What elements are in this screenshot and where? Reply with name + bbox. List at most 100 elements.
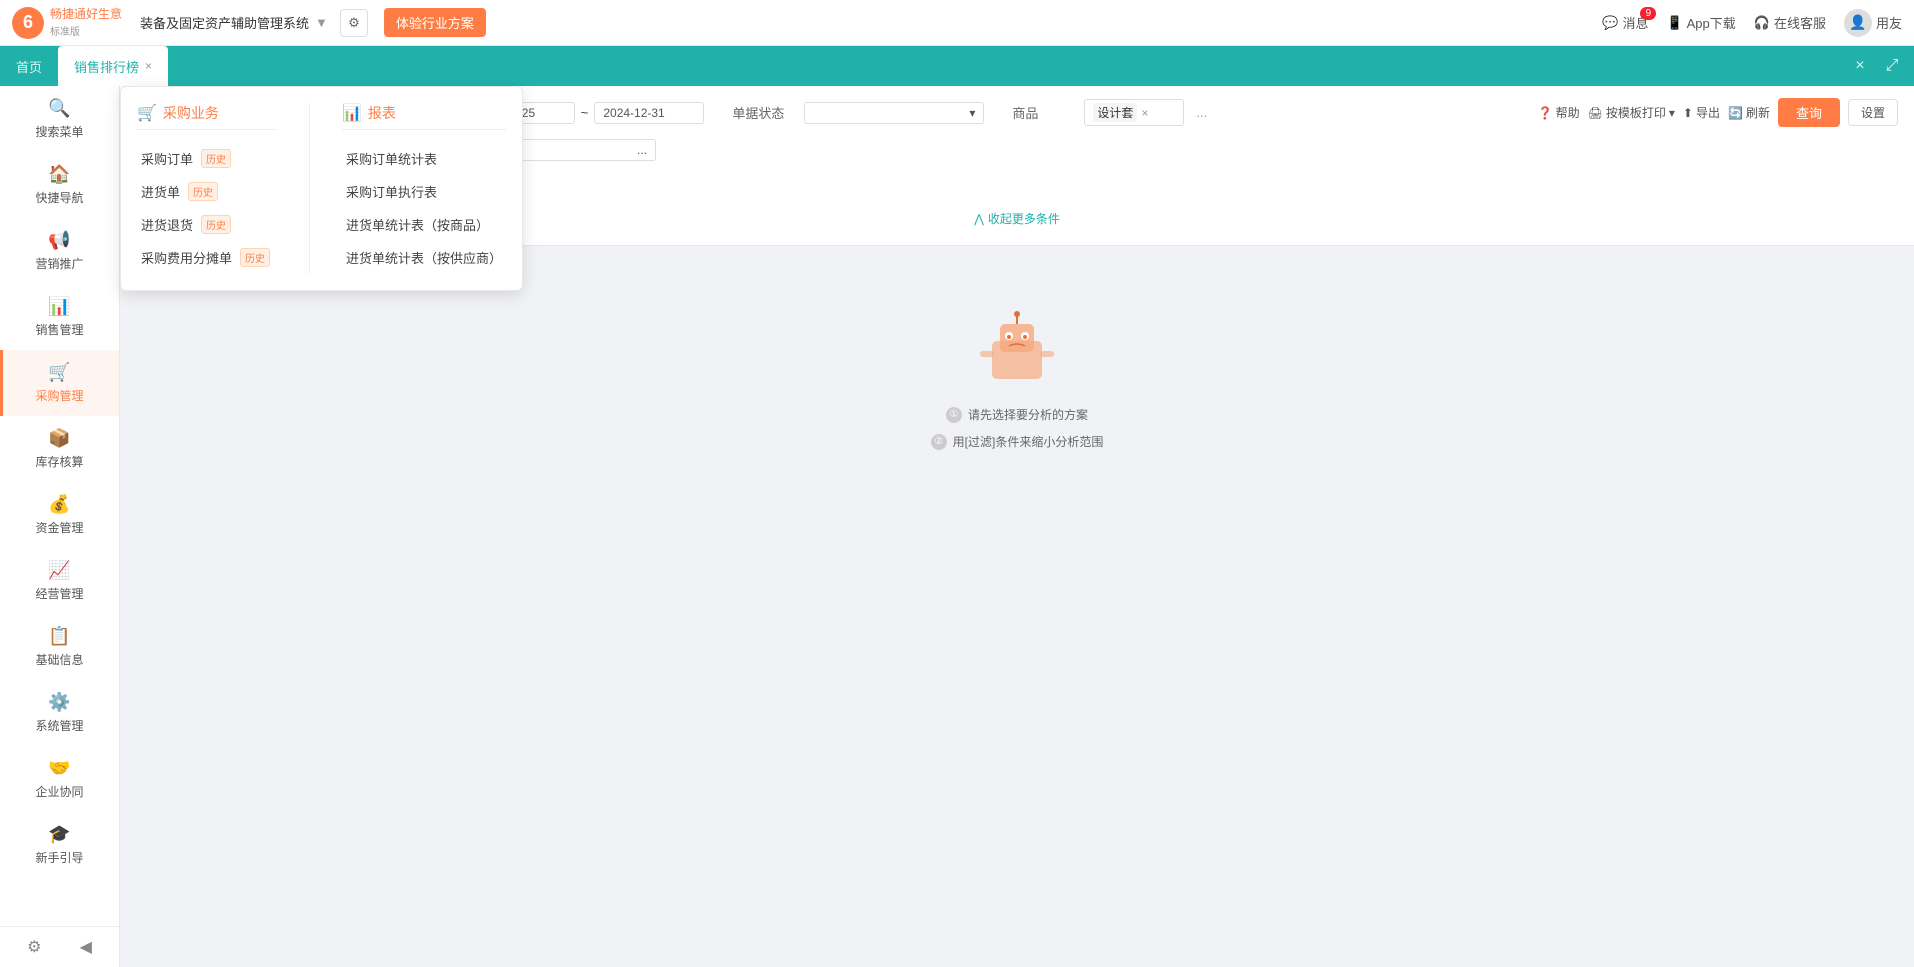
menu-item-purchase-order[interactable]: 采购订单 历史 (137, 142, 277, 175)
goods-input[interactable]: 设计套 × (1084, 99, 1184, 126)
question-icon: ❓ (1538, 106, 1553, 120)
tab-sales-rank-label: 销售排行榜 (74, 57, 139, 76)
goods-tag-close-icon[interactable]: × (1141, 106, 1148, 120)
sidebar-label-search: 搜索菜单 (35, 123, 83, 140)
handshake-icon: 🤝 (48, 758, 70, 779)
sidebar-item-purchase[interactable]: 🛒 采购管理 (0, 350, 119, 416)
instock-stats-supplier-label: 进货单统计表（按供应商） (346, 248, 502, 267)
menu-item-instock-stats-goods[interactable]: 进货单统计表（按商品） (342, 208, 506, 241)
collapse-label: 收起更多条件 (988, 210, 1060, 227)
sidebar-label-purchase: 采购管理 (35, 387, 83, 404)
cart-icon: 🛒 (48, 362, 70, 383)
title-dropdown-icon[interactable]: ▼ (315, 15, 328, 30)
history-badge-0: 历史 (201, 149, 231, 168)
main-layout: 🔍 搜索菜单 🏠 快捷导航 📢 营销推广 📊 销售管理 🛒 采购管理 📦 库存核… (0, 86, 1914, 967)
report-col-label: 报表 (368, 103, 396, 123)
goods-tag: 设计套 (1093, 103, 1137, 122)
printer-icon: 🖨 (1588, 106, 1603, 120)
system-title-text: 装备及固定资产辅助管理系统 (140, 13, 309, 32)
sidebar-item-guide[interactable]: 🎓 新手引导 (0, 812, 119, 878)
purchase-col-label: 采购业务 (163, 103, 219, 123)
sidebar-item-basic-info[interactable]: 📋 基础信息 (0, 614, 119, 680)
expense-label: 采购费用分摊单 (141, 248, 232, 267)
menu-item-expense[interactable]: 采购费用分摊单 历史 (137, 241, 277, 274)
menu-col1-title: 🛒 采购业务 (137, 103, 277, 130)
settings-gear-button[interactable]: ⚙ (340, 9, 368, 37)
sidebar-collapse-button[interactable]: ◀ (80, 937, 92, 957)
return-label: 进货退货 (141, 215, 193, 234)
megaphone-icon: 📢 (48, 230, 70, 251)
salesperson-ellipsis[interactable]: ... (637, 143, 647, 157)
sidebar-item-system[interactable]: ⚙️ 系统管理 (0, 680, 119, 746)
industry-solution-button[interactable]: 体验行业方案 (384, 8, 486, 37)
tab-close-icon[interactable]: × (145, 59, 152, 73)
search-icon: 🔍 (48, 98, 70, 119)
sidebar-item-inventory[interactable]: 📦 库存核算 (0, 416, 119, 482)
sidebar-item-operations[interactable]: 📈 经营管理 (0, 548, 119, 614)
hint-text-2: 用[过滤]条件来缩小分析范围 (953, 433, 1104, 450)
tab-bar-actions: × ⤢ (1846, 52, 1914, 80)
doc-status-label: 单据状态 (732, 103, 792, 122)
menu-col2-title: 📊 报表 (342, 103, 506, 130)
purchase-dropdown-menu: 🛒 采购业务 采购订单 历史 进货单 历史 进货退货 历史 (120, 86, 523, 291)
tab-expand-button[interactable]: ⤢ (1878, 52, 1906, 80)
empty-hint-2: ② 用[过滤]条件来缩小分析范围 (931, 433, 1104, 450)
sidebar-settings-button[interactable]: ⚙ (27, 937, 41, 957)
user-action[interactable]: 👤 用友 (1844, 9, 1902, 37)
goods-ellipsis[interactable]: ... (1196, 105, 1207, 120)
query-button[interactable]: 查询 (1778, 98, 1840, 127)
order-stats-label: 采购订单统计表 (346, 149, 437, 168)
sidebar-item-quick-nav[interactable]: 🏠 快捷导航 (0, 152, 119, 218)
export-icon: ⬆ (1683, 106, 1693, 120)
instock-label: 进货单 (141, 182, 180, 201)
gear-sidebar-icon: ⚙️ (48, 692, 70, 713)
tab-sales-rank[interactable]: 销售排行榜 × (58, 46, 168, 86)
help-label: 帮助 (1556, 104, 1580, 121)
menu-col-purchase: 🛒 采购业务 采购订单 历史 进货单 历史 进货退货 历史 (137, 103, 277, 274)
sidebar-item-finance[interactable]: 💰 资金管理 (0, 482, 119, 548)
messages-action[interactable]: 💬 消息 9 (1602, 13, 1648, 32)
app-label: App下载 (1687, 13, 1736, 32)
service-label: 在线客服 (1774, 13, 1826, 32)
app-download-action[interactable]: 📱 App下载 (1666, 13, 1735, 32)
refresh-label: 刷新 (1746, 104, 1770, 121)
tab-bar: 首页 销售排行榜 × × ⤢ (0, 46, 1914, 86)
tab-home[interactable]: 首页 (0, 46, 58, 86)
online-service-action[interactable]: 🎧 在线客服 (1754, 13, 1826, 32)
menu-item-order-stats[interactable]: 采购订单统计表 (342, 142, 506, 175)
help-action-button[interactable]: ❓ 帮助 (1538, 104, 1580, 121)
menu-item-return[interactable]: 进货退货 历史 (137, 208, 277, 241)
logo-text: 畅捷通好生意 标准版 (50, 7, 122, 38)
menu-item-instock-stats-supplier[interactable]: 进货单统计表（按供应商） (342, 241, 506, 274)
export-action-button[interactable]: ⬆ 导出 (1683, 104, 1720, 121)
print-action-button[interactable]: 🖨 按模板打印 ▾ (1588, 104, 1675, 121)
menu-item-order-exec[interactable]: 采购订单执行表 (342, 175, 506, 208)
sidebar-item-sales[interactable]: 📊 销售管理 (0, 284, 119, 350)
refresh-action-button[interactable]: 🔄 刷新 (1728, 104, 1770, 121)
sidebar-item-marketing[interactable]: 📢 营销推广 (0, 218, 119, 284)
hint-text-1: 请先选择要分析的方案 (968, 406, 1088, 423)
sidebar-item-search[interactable]: 🔍 搜索菜单 (0, 86, 119, 152)
header-right: 💬 消息 9 📱 App下载 🎧 在线客服 👤 用友 (1602, 9, 1902, 37)
sidebar-item-collab[interactable]: 🤝 企业协同 (0, 746, 119, 812)
logo-brand: 畅捷通好生意 (50, 7, 122, 23)
user-label: 用友 (1876, 13, 1902, 32)
date-end-input[interactable] (594, 102, 704, 124)
logo-area: 6 畅捷通好生意 标准版 (12, 7, 132, 39)
tab-close-all-button[interactable]: × (1846, 52, 1874, 80)
avatar: 👤 (1844, 9, 1872, 37)
doc-status-select[interactable]: ▾ (804, 102, 984, 124)
history-badge-3: 历史 (240, 248, 270, 267)
history-badge-1: 历史 (188, 182, 218, 201)
refresh-icon: 🔄 (1728, 106, 1743, 120)
filter-actions-right: ❓ 帮助 🖨 按模板打印 ▾ ⬆ 导出 🔄 刷新 (1538, 98, 1898, 127)
setting-button[interactable]: 设置 (1848, 99, 1898, 126)
sidebar-label-guide: 新手引导 (35, 849, 83, 866)
menu-item-instock[interactable]: 进货单 历史 (137, 175, 277, 208)
message-badge: 9 (1640, 7, 1656, 20)
home-icon: 🏠 (48, 164, 70, 185)
history-badge-2: 历史 (201, 215, 231, 234)
print-dropdown-icon[interactable]: ▾ (1669, 106, 1675, 120)
system-title-area: 装备及固定资产辅助管理系统 ▼ ⚙ 体验行业方案 (140, 8, 486, 37)
clipboard-icon: 📋 (48, 626, 70, 647)
